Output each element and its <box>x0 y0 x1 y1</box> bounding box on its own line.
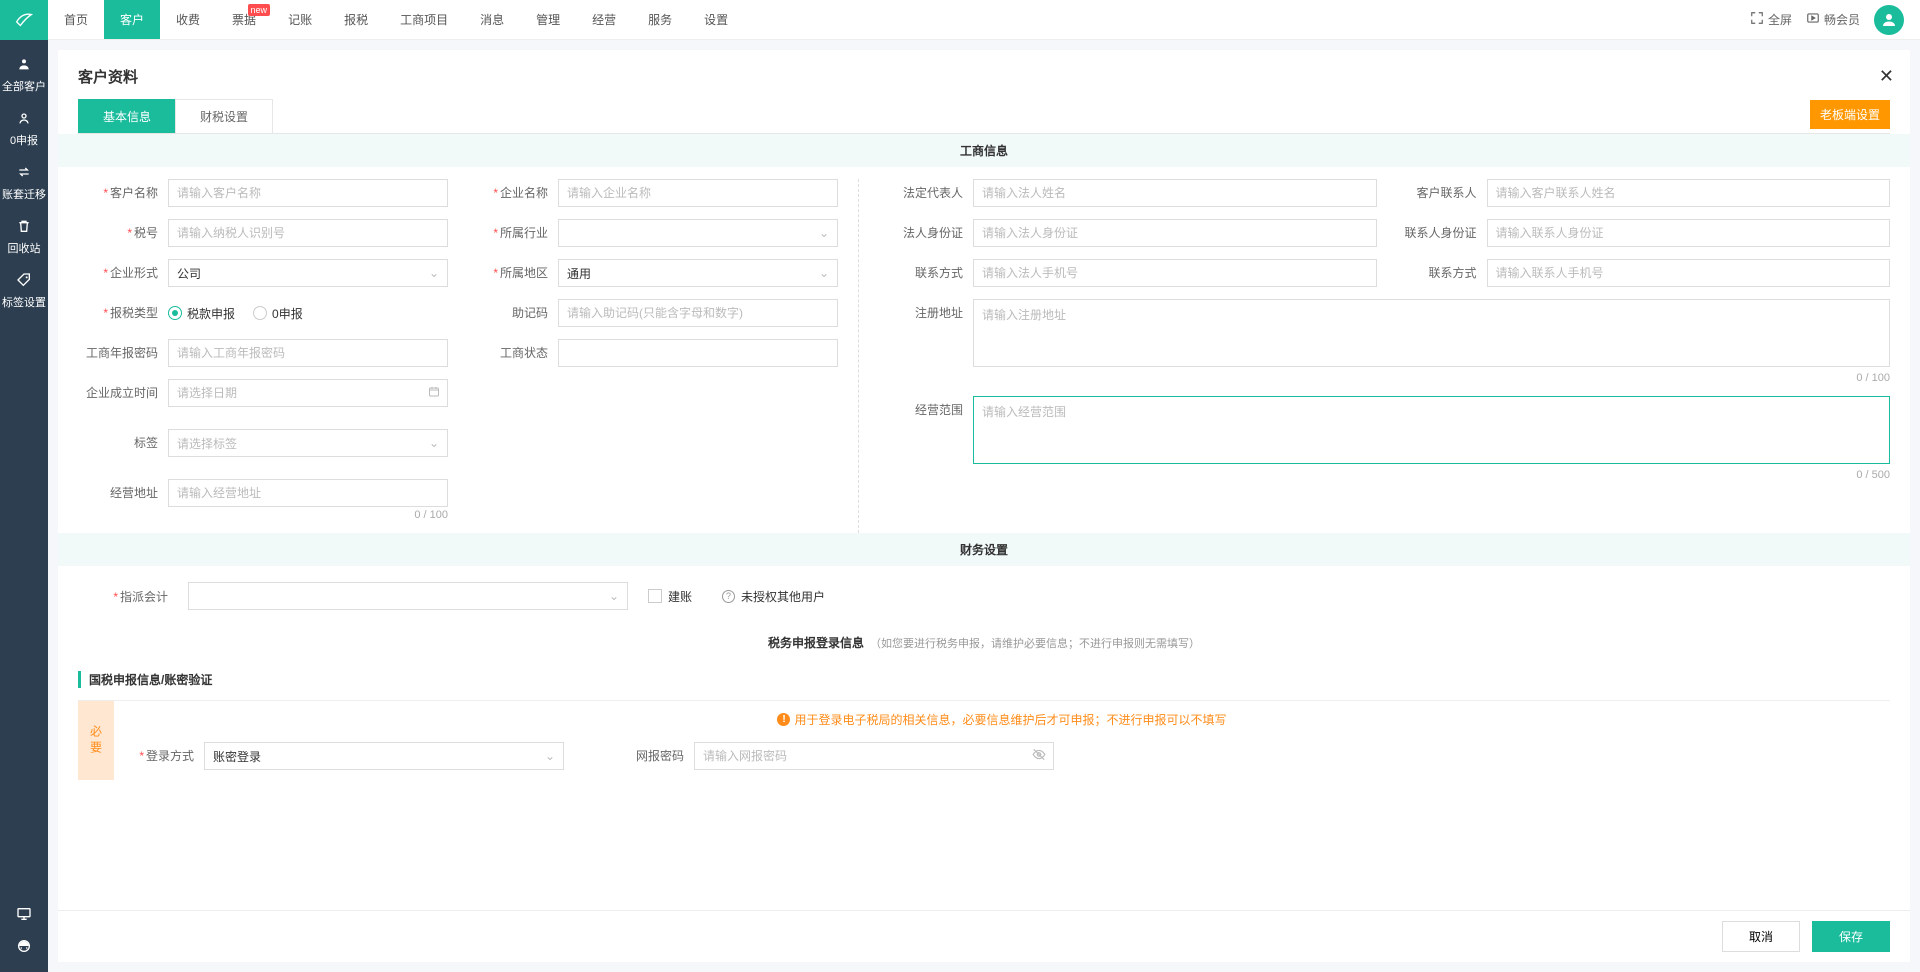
main-area: 客户资料 ✕ 基本信息财税设置 老板端设置 工商信息 *客户名称 *税号 *企业… <box>48 40 1920 972</box>
section-tax-title: 税务申报登录信息（如您要进行税务申报，请维护必要信息；不进行申报则无需填写） <box>58 626 1910 659</box>
user-icon <box>16 110 32 129</box>
avatar[interactable] <box>1874 5 1904 35</box>
calendar-icon <box>428 386 440 401</box>
nav-item-2[interactable]: 收费 <box>160 0 216 39</box>
tab-0[interactable]: 基本信息 <box>78 99 176 133</box>
company-type-select[interactable]: 公司⌄ <box>168 259 448 287</box>
industry-select[interactable]: ⌄ <box>558 219 838 247</box>
web-pwd-input[interactable] <box>694 742 1054 770</box>
eye-off-icon[interactable] <box>1032 748 1046 765</box>
nav-item-8[interactable]: 管理 <box>520 0 576 39</box>
customer-panel: 客户资料 ✕ 基本信息财税设置 老板端设置 工商信息 *客户名称 *税号 *企业… <box>58 50 1910 962</box>
contact-phone-input[interactable] <box>1487 259 1891 287</box>
sidebar-item-4[interactable]: 标签设置 <box>2 264 46 318</box>
mnemonic-input[interactable] <box>558 299 838 327</box>
tax-type-radio-0[interactable]: 税款申报 <box>168 305 235 322</box>
left-sidebar: 全部客户0申报账套迁移回收站标签设置 <box>0 40 48 972</box>
transfer-icon <box>16 164 32 183</box>
report-pwd-input[interactable] <box>168 339 448 367</box>
assign-accountant-select[interactable]: ⌄ <box>188 582 628 610</box>
nav-item-3[interactable]: 票据new <box>216 0 272 39</box>
reg-addr-textarea[interactable] <box>973 299 1890 367</box>
tax-warning: ! 用于登录电子税局的相关信息，必要信息维护后才可申报；不进行申报可以不填写 <box>134 711 1870 728</box>
sidebar-item-1[interactable]: 0申报 <box>2 102 46 156</box>
noauth-label: 未授权其他用户 <box>741 588 825 605</box>
biz-status-input[interactable] <box>558 339 838 367</box>
required-tag: 必要 <box>78 701 114 780</box>
nav-item-5[interactable]: 报税 <box>328 0 384 39</box>
section-biz-title: 工商信息 <box>58 134 1910 167</box>
new-badge: new <box>248 4 271 16</box>
company-name-input[interactable] <box>558 179 838 207</box>
chevron-down-icon: ⌄ <box>429 436 439 450</box>
sidebar-item-3[interactable]: 回收站 <box>2 210 46 264</box>
radio-icon <box>168 306 182 320</box>
info-icon[interactable]: ? <box>722 590 735 603</box>
sidebar-bottom-monitor[interactable] <box>0 898 48 930</box>
sidebar-item-2[interactable]: 账套迁移 <box>2 156 46 210</box>
customer-name-input[interactable] <box>168 179 448 207</box>
save-button[interactable]: 保存 <box>1812 921 1890 952</box>
legal-id-input[interactable] <box>973 219 1377 247</box>
found-date-input[interactable] <box>168 379 448 407</box>
form-scroll-area[interactable]: 工商信息 *客户名称 *税号 *企业形式公司⌄ *报税类型税款申报0申报 工商年… <box>58 134 1910 910</box>
tags-select[interactable]: 请选择标签⌄ <box>168 429 448 457</box>
contact-input[interactable] <box>1487 179 1891 207</box>
top-navbar: 首页客户收费票据new记账报税工商项目消息管理经营服务设置 全屏 畅会员 <box>0 0 1920 40</box>
radio-icon <box>253 306 267 320</box>
panel-title: 客户资料 <box>78 66 1890 87</box>
sidebar-item-0[interactable]: 全部客户 <box>2 48 46 102</box>
region-select[interactable]: 通用⌄ <box>558 259 838 287</box>
chevron-down-icon: ⌄ <box>429 266 439 280</box>
tax-id-input[interactable] <box>168 219 448 247</box>
legal-phone-input[interactable] <box>973 259 1377 287</box>
bookkeep-label: 建账 <box>668 588 692 605</box>
nav-item-0[interactable]: 首页 <box>48 0 104 39</box>
app-logo[interactable] <box>0 0 48 40</box>
section-fin-title: 财务设置 <box>58 533 1910 566</box>
nav-item-9[interactable]: 经营 <box>576 0 632 39</box>
nav-item-6[interactable]: 工商项目 <box>384 0 464 39</box>
nav-item-10[interactable]: 服务 <box>632 0 688 39</box>
chevron-down-icon: ⌄ <box>545 749 555 763</box>
tax-subsection-title: 国税申报信息/账密验证 <box>78 671 1890 688</box>
panel-footer: 取消 保存 <box>58 910 1910 962</box>
biz-scope-textarea[interactable] <box>973 396 1890 464</box>
nav-item-7[interactable]: 消息 <box>464 0 520 39</box>
fullscreen-label: 全屏 <box>1768 11 1792 28</box>
sidebar-bottom-support[interactable] <box>0 930 48 962</box>
legal-rep-input[interactable] <box>973 179 1377 207</box>
play-icon <box>1806 11 1820 28</box>
close-icon[interactable]: ✕ <box>1879 66 1894 87</box>
trash-icon <box>16 218 32 237</box>
login-method-select[interactable]: 账密登录⌄ <box>204 742 564 770</box>
nav-item-11[interactable]: 设置 <box>688 0 744 39</box>
nav-item-1[interactable]: 客户 <box>104 0 160 39</box>
chevron-down-icon: ⌄ <box>609 589 619 603</box>
fullscreen-button[interactable]: 全屏 <box>1750 11 1792 28</box>
fullscreen-icon <box>1750 11 1764 28</box>
member-button[interactable]: 畅会员 <box>1806 11 1860 28</box>
nav-item-4[interactable]: 记账 <box>272 0 328 39</box>
biz-addr-input[interactable] <box>168 479 448 507</box>
bookkeep-checkbox[interactable] <box>648 589 662 603</box>
member-label: 畅会员 <box>1824 11 1860 28</box>
chevron-down-icon: ⌄ <box>819 226 829 240</box>
chevron-down-icon: ⌄ <box>819 266 829 280</box>
warning-icon: ! <box>777 713 790 726</box>
contact-id-input[interactable] <box>1487 219 1891 247</box>
tag-icon <box>16 272 32 291</box>
boss-settings-button[interactable]: 老板端设置 <box>1810 100 1890 129</box>
users-icon <box>16 56 32 75</box>
cancel-button[interactable]: 取消 <box>1722 921 1800 952</box>
tab-1[interactable]: 财税设置 <box>175 99 273 133</box>
tax-type-radio-1[interactable]: 0申报 <box>253 305 303 322</box>
